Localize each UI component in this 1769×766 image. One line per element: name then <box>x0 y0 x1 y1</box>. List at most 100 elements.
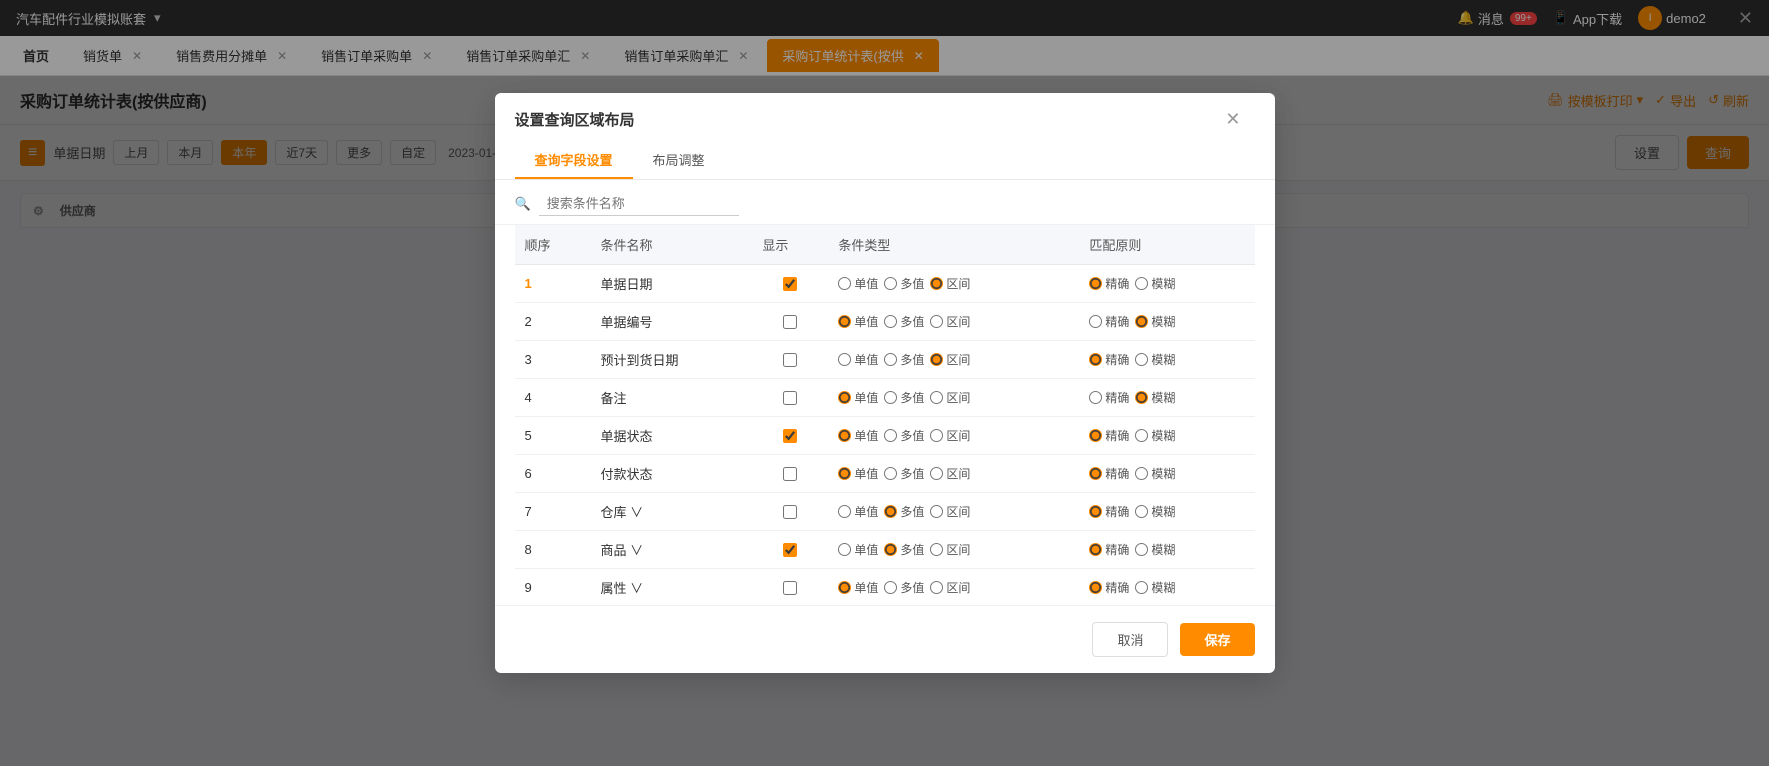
match-option-模糊[interactable]: 模糊 <box>1135 275 1175 292</box>
type-option-区间[interactable]: 区间 <box>930 427 970 444</box>
type-option-区间[interactable]: 区间 <box>930 313 970 330</box>
match-option-精确[interactable]: 精确 <box>1089 313 1129 330</box>
match-option-模糊[interactable]: 模糊 <box>1135 313 1175 330</box>
type-option-多值[interactable]: 多值 <box>884 541 924 558</box>
type-option-单值[interactable]: 单值 <box>838 503 878 520</box>
dialog-tabs: 查询字段设置 布局调整 <box>515 142 1245 179</box>
display-checkbox[interactable] <box>783 467 797 481</box>
cell-order: 5 <box>515 417 591 455</box>
type-option-单值[interactable]: 单值 <box>838 465 878 482</box>
type-option-区间[interactable]: 区间 <box>930 541 970 558</box>
cancel-btn[interactable]: 取消 <box>1092 622 1168 657</box>
cell-order: 4 <box>515 379 591 417</box>
match-option-模糊[interactable]: 模糊 <box>1135 541 1175 558</box>
dialog-table: 顺序 条件名称 显示 条件类型 匹配原则 1单据日期单值多值区间精确模糊2单据编… <box>495 225 1275 605</box>
display-checkbox[interactable] <box>783 277 797 291</box>
search-icon: 🔍 <box>515 196 531 212</box>
cell-display <box>752 531 828 569</box>
display-checkbox[interactable] <box>783 391 797 405</box>
type-option-多值[interactable]: 多值 <box>884 427 924 444</box>
type-option-单值[interactable]: 单值 <box>838 427 878 444</box>
match-radio-group: 精确模糊 <box>1089 465 1244 482</box>
type-option-单值[interactable]: 单值 <box>838 275 878 292</box>
type-option-区间[interactable]: 区间 <box>930 579 970 596</box>
match-option-精确[interactable]: 精确 <box>1089 351 1129 368</box>
match-option-精确[interactable]: 精确 <box>1089 427 1129 444</box>
cell-order: 9 <box>515 569 591 606</box>
cell-match: 精确模糊 <box>1079 303 1254 341</box>
match-option-模糊[interactable]: 模糊 <box>1135 427 1175 444</box>
dialog-search-bar: 🔍 <box>495 180 1275 225</box>
save-btn[interactable]: 保存 <box>1180 623 1254 656</box>
table-row: 8商品 ∨单值多值区间精确模糊 <box>515 531 1255 569</box>
cell-type: 单值多值区间 <box>828 531 1079 569</box>
display-checkbox[interactable] <box>783 315 797 329</box>
cell-type: 单值多值区间 <box>828 417 1079 455</box>
type-option-多值[interactable]: 多值 <box>884 389 924 406</box>
type-option-多值[interactable]: 多值 <box>884 313 924 330</box>
type-option-区间[interactable]: 区间 <box>930 389 970 406</box>
match-option-模糊[interactable]: 模糊 <box>1135 503 1175 520</box>
match-option-模糊[interactable]: 模糊 <box>1135 579 1175 596</box>
type-option-单值[interactable]: 单值 <box>838 579 878 596</box>
cell-match: 精确模糊 <box>1079 569 1254 606</box>
cell-match: 精确模糊 <box>1079 455 1254 493</box>
tab-field-settings[interactable]: 查询字段设置 <box>515 142 633 179</box>
th-type: 条件类型 <box>828 225 1079 265</box>
cell-condition-name: 商品 ∨ <box>590 531 752 569</box>
cell-display <box>752 303 828 341</box>
match-radio-group: 精确模糊 <box>1089 313 1244 330</box>
cell-order: 6 <box>515 455 591 493</box>
type-option-多值[interactable]: 多值 <box>884 351 924 368</box>
display-checkbox[interactable] <box>783 429 797 443</box>
tab-layout-adjust[interactable]: 布局调整 <box>633 142 725 179</box>
display-checkbox[interactable] <box>783 353 797 367</box>
cell-order: 3 <box>515 341 591 379</box>
type-option-区间[interactable]: 区间 <box>930 351 970 368</box>
table-row: 3预计到货日期 单值多值区间 精确模糊 <box>515 341 1255 379</box>
cell-condition-name: 单据编号 <box>590 303 752 341</box>
match-radio-group: 精确模糊 <box>1089 427 1244 444</box>
match-option-模糊[interactable]: 模糊 <box>1135 465 1175 482</box>
match-option-精确[interactable]: 精确 <box>1089 389 1129 406</box>
cell-type: 单值多值区间 <box>828 379 1079 417</box>
table-row: 1单据日期单值多值区间精确模糊 <box>515 265 1255 303</box>
cell-condition-name: 预计到货日期 <box>590 341 752 379</box>
display-checkbox[interactable] <box>783 505 797 519</box>
type-option-区间[interactable]: 区间 <box>930 503 970 520</box>
table-header-row: 顺序 条件名称 显示 条件类型 匹配原则 <box>515 225 1255 265</box>
type-option-多值[interactable]: 多值 <box>884 275 924 292</box>
display-checkbox[interactable] <box>783 543 797 557</box>
cell-match: 精确模糊 <box>1079 265 1254 303</box>
type-option-多值[interactable]: 多值 <box>884 503 924 520</box>
match-option-精确[interactable]: 精确 <box>1089 541 1129 558</box>
match-option-精确[interactable]: 精确 <box>1089 579 1129 596</box>
settings-dialog: 设置查询区域布局 ✕ 查询字段设置 布局调整 🔍 <box>495 93 1275 673</box>
cell-order: 8 <box>515 531 591 569</box>
cell-order: 2 <box>515 303 591 341</box>
match-option-精确[interactable]: 精确 <box>1089 465 1129 482</box>
type-option-多值[interactable]: 多值 <box>884 465 924 482</box>
match-radio-group: 精确模糊 <box>1089 541 1244 558</box>
match-option-模糊[interactable]: 模糊 <box>1135 389 1175 406</box>
type-option-区间[interactable]: 区间 <box>930 465 970 482</box>
table-row: 9属性 ∨单值多值区间精确模糊 <box>515 569 1255 606</box>
type-option-多值[interactable]: 多值 <box>884 579 924 596</box>
cell-condition-name: 仓库 ∨ <box>590 493 752 531</box>
cell-type: 单值多值区间 <box>828 569 1079 606</box>
type-option-单值[interactable]: 单值 <box>838 351 878 368</box>
type-option-单值[interactable]: 单值 <box>838 389 878 406</box>
match-option-模糊[interactable]: 模糊 <box>1135 351 1175 368</box>
dialog-close-btn[interactable]: ✕ <box>1221 109 1244 130</box>
match-option-精确[interactable]: 精确 <box>1089 503 1129 520</box>
search-input[interactable] <box>539 192 739 216</box>
type-option-区间[interactable]: 区间 <box>930 275 970 292</box>
match-option-精确[interactable]: 精确 <box>1089 275 1129 292</box>
cell-condition-name: 备注 <box>590 379 752 417</box>
type-option-单值[interactable]: 单值 <box>838 541 878 558</box>
table-row: 5单据状态单值多值区间精确模糊 <box>515 417 1255 455</box>
display-checkbox[interactable] <box>783 581 797 595</box>
th-order: 顺序 <box>515 225 591 265</box>
type-option-单值[interactable]: 单值 <box>838 313 878 330</box>
cell-condition-name: 付款状态 <box>590 455 752 493</box>
